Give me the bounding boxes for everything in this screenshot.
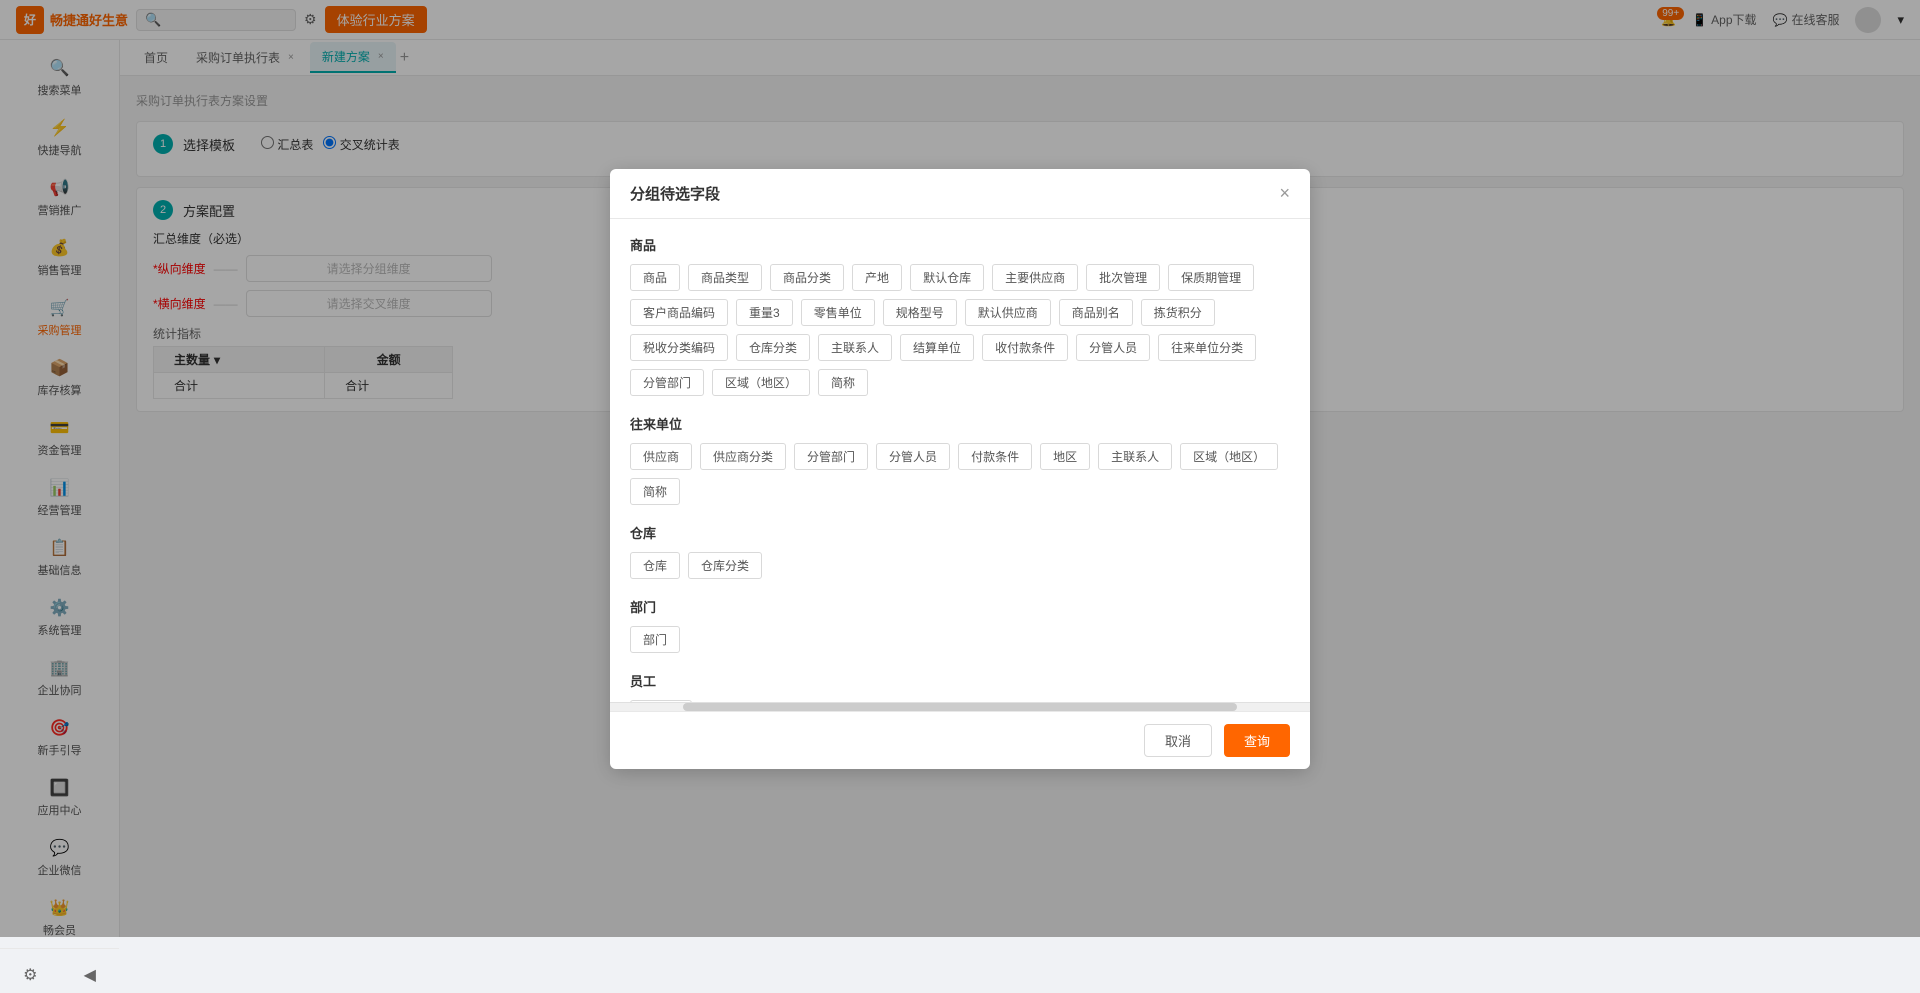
field-tag[interactable]: 主要供应商 <box>992 264 1078 291</box>
field-tag[interactable]: 商品分类 <box>770 264 844 291</box>
field-tag[interactable]: 保质期管理 <box>1168 264 1254 291</box>
cancel-button[interactable]: 取消 <box>1144 724 1212 757</box>
field-tag[interactable]: 主联系人 <box>1098 443 1172 470</box>
field-tag[interactable]: 分管部门 <box>630 369 704 396</box>
section-warehouse-title: 仓库 <box>630 523 1290 542</box>
field-tag[interactable]: 分管部门 <box>794 443 868 470</box>
field-tag[interactable]: 拣货积分 <box>1141 299 1215 326</box>
field-tag[interactable]: 区域（地区） <box>1180 443 1278 470</box>
field-tag[interactable]: 主联系人 <box>818 334 892 361</box>
section-product: 商品 商品 商品类型 商品分类 产地 默认仓库 主要供应商 批次管理 保质期管理… <box>630 235 1290 396</box>
section-department-title: 部门 <box>630 597 1290 616</box>
section-department: 部门 部门 <box>630 597 1290 653</box>
section-partner: 往来单位 供应商 供应商分类 分管部门 分管人员 付款条件 地区 主联系人 区域… <box>630 414 1290 505</box>
field-tag[interactable]: 地区 <box>1040 443 1090 470</box>
modal-close-button[interactable]: × <box>1279 184 1290 202</box>
field-tag[interactable]: 简称 <box>630 478 680 505</box>
field-tag[interactable]: 批次管理 <box>1086 264 1160 291</box>
confirm-button[interactable]: 查询 <box>1224 724 1290 757</box>
field-tag[interactable]: 默认仓库 <box>910 264 984 291</box>
field-tag[interactable]: 产地 <box>852 264 902 291</box>
field-tag[interactable]: 简称 <box>818 369 868 396</box>
field-tag[interactable]: 分管人员 <box>1076 334 1150 361</box>
field-tag[interactable]: 客户商品编码 <box>630 299 728 326</box>
field-tag[interactable]: 付款条件 <box>958 443 1032 470</box>
partner-fields: 供应商 供应商分类 分管部门 分管人员 付款条件 地区 主联系人 区域（地区） … <box>630 443 1290 505</box>
collapse-icon[interactable]: ◀ <box>76 957 104 993</box>
field-tag[interactable]: 重量3 <box>736 299 793 326</box>
section-employee-title: 员工 <box>630 671 1290 690</box>
field-tag[interactable]: 区域（地区） <box>712 369 810 396</box>
field-tag[interactable]: 供应商 <box>630 443 692 470</box>
field-tag[interactable]: 仓库 <box>630 552 680 579</box>
modal-overlay: 分组待选字段 × 商品 商品 商品类型 商品分类 产地 默认仓库 主要供应商 批… <box>0 0 1920 937</box>
field-tag[interactable]: 税收分类编码 <box>630 334 728 361</box>
field-tag[interactable]: 往来单位分类 <box>1158 334 1256 361</box>
sidebar-bottom: ⚙ ◀ <box>0 948 119 993</box>
field-tag[interactable]: 仓库分类 <box>688 552 762 579</box>
settings-bottom-icon[interactable]: ⚙ <box>15 957 45 993</box>
modal-title: 分组待选字段 <box>630 183 720 204</box>
horizontal-scrollbar[interactable] <box>610 702 1310 711</box>
field-tag[interactable]: 分管人员 <box>876 443 950 470</box>
section-warehouse: 仓库 仓库 仓库分类 <box>630 523 1290 579</box>
field-select-modal: 分组待选字段 × 商品 商品 商品类型 商品分类 产地 默认仓库 主要供应商 批… <box>610 169 1310 769</box>
department-fields: 部门 <box>630 626 1290 653</box>
modal-header: 分组待选字段 × <box>610 169 1310 219</box>
field-tag[interactable]: 商品类型 <box>688 264 762 291</box>
section-product-title: 商品 <box>630 235 1290 254</box>
field-tag[interactable]: 仓库分类 <box>736 334 810 361</box>
modal-footer: 取消 查询 <box>610 711 1310 769</box>
field-tag[interactable]: 零售单位 <box>801 299 875 326</box>
warehouse-fields: 仓库 仓库分类 <box>630 552 1290 579</box>
product-fields: 商品 商品类型 商品分类 产地 默认仓库 主要供应商 批次管理 保质期管理 客户… <box>630 264 1290 396</box>
field-tag[interactable]: 默认供应商 <box>965 299 1051 326</box>
field-tag[interactable]: 规格型号 <box>883 299 957 326</box>
section-partner-title: 往来单位 <box>630 414 1290 433</box>
field-tag[interactable]: 收付款条件 <box>982 334 1068 361</box>
field-tag[interactable]: 结算单位 <box>900 334 974 361</box>
section-employee: 员工 业务员 <box>630 671 1290 702</box>
field-tag[interactable]: 商品别名 <box>1059 299 1133 326</box>
field-tag[interactable]: 商品 <box>630 264 680 291</box>
modal-body: 商品 商品 商品类型 商品分类 产地 默认仓库 主要供应商 批次管理 保质期管理… <box>610 219 1310 702</box>
field-tag[interactable]: 供应商分类 <box>700 443 786 470</box>
field-tag[interactable]: 部门 <box>630 626 680 653</box>
